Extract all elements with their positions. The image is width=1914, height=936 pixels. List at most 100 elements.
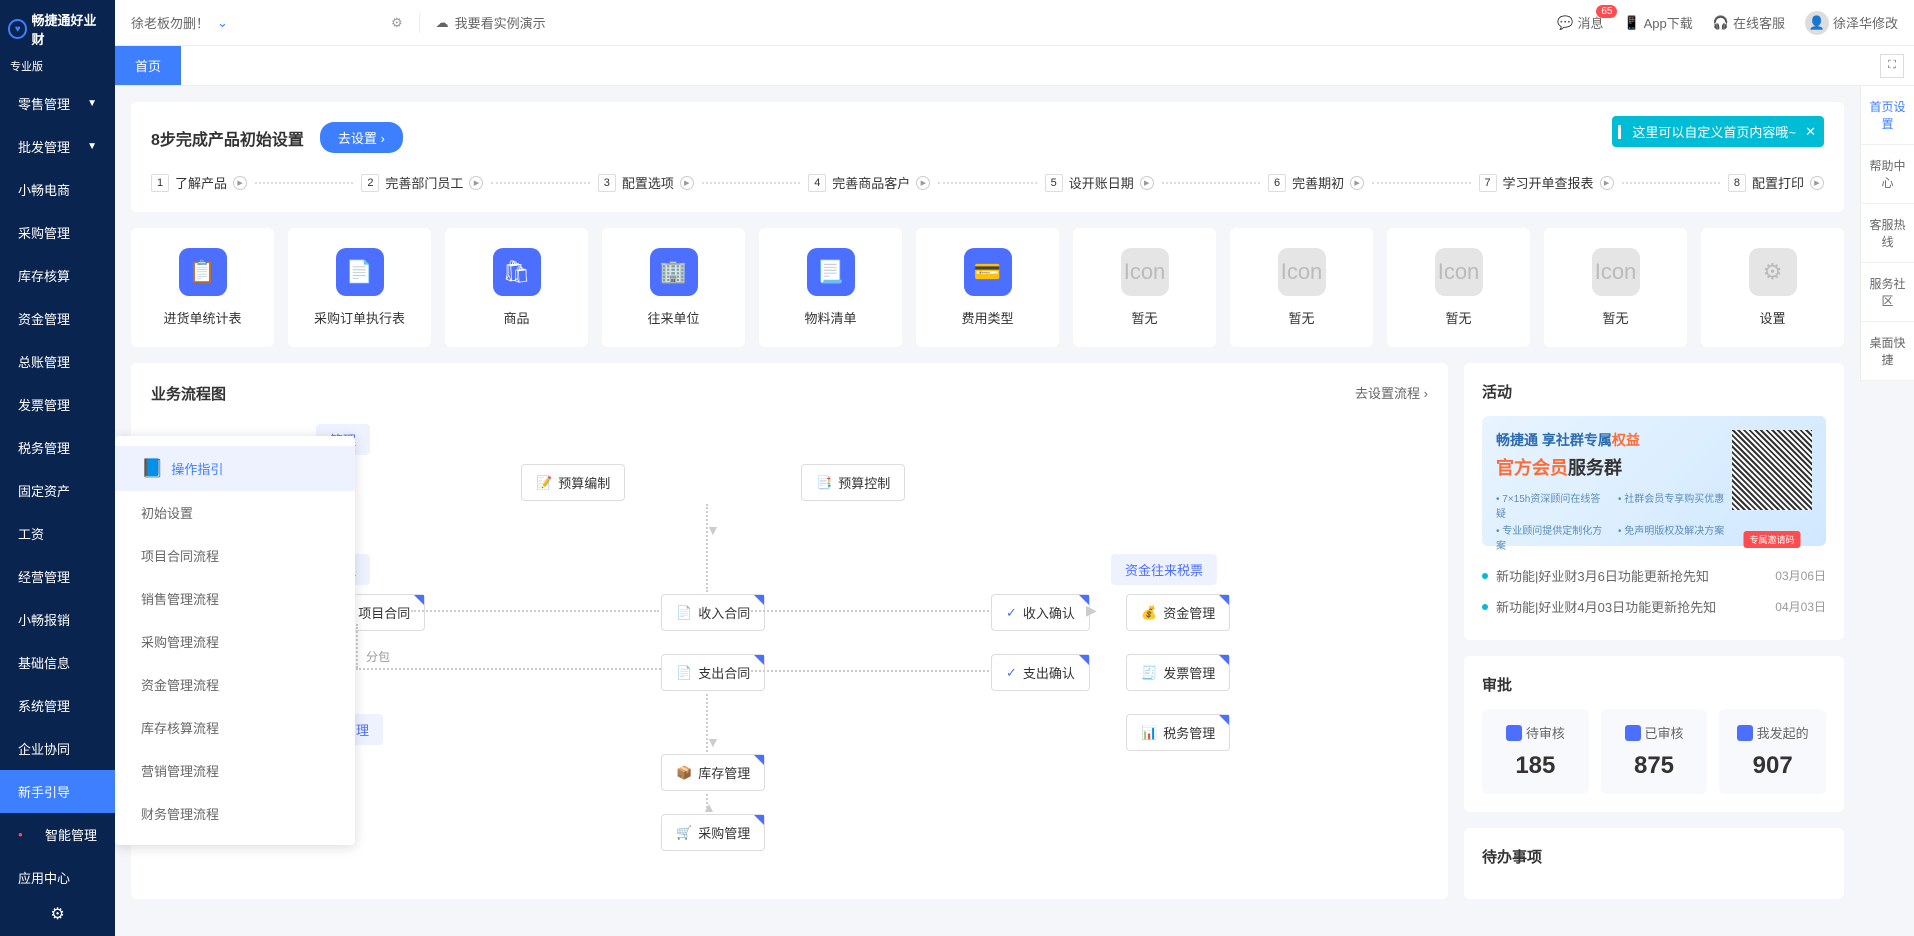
close-icon[interactable]: ✕ [1805,124,1816,140]
setup-button[interactable]: 去设置 › [320,122,403,153]
setup-step-4[interactable]: 4完善商品客户▶ [808,173,930,192]
rail-item-2[interactable]: 客服热线 [1861,204,1914,263]
nav-item-17[interactable]: 智能管理 [0,813,115,856]
nav-item-16[interactable]: 新手引导 [0,770,115,813]
nav-item-10[interactable]: 工资 [0,512,115,555]
rail-item-3[interactable]: 服务社区 [1861,263,1914,322]
quick-icon: Icon [1592,248,1640,296]
news-item-0[interactable]: 新功能|好业财3月6日功能更新抢先知03月06日 [1482,560,1826,591]
flow-node-7[interactable]: ✓支出确认 [991,654,1090,691]
rail-item-4[interactable]: 桌面快捷 [1861,322,1914,381]
flow-node-4[interactable]: ✓收入确认 [991,594,1090,631]
topbar-1[interactable]: 📱App下载 [1623,13,1692,32]
quick-card-9[interactable]: Icon暂无 [1544,228,1687,347]
nav-item-11[interactable]: 经营管理 [0,555,115,598]
expand-icon[interactable]: ⛶ [1880,54,1904,78]
flow-title: 业务流程图 [151,383,226,404]
side-rail: 首页设置帮助中心客服热线服务社区桌面快捷 [1860,86,1914,381]
node-icon: 📄 [676,605,692,621]
nav-item-13[interactable]: 基础信息 [0,641,115,684]
quick-card-2[interactable]: 🛍商品 [445,228,588,347]
popup-item-3[interactable]: 销售管理流程 [115,577,355,620]
settings-gear-icon[interactable]: ⚙ [0,892,115,936]
nav-item-12[interactable]: 小畅报销 [0,598,115,641]
nav-item-6[interactable]: 总账管理 [0,340,115,383]
flow-node-9[interactable]: 📊税务管理 [1126,714,1230,751]
cloud-icon: ☁ [436,15,449,31]
setup-card: 这里可以自定义首页内容哦~ ✕ 8步完成产品初始设置 去设置 › 1了解产品▶2… [131,102,1844,212]
quick-cards: 📋进货单统计表📄采购订单执行表🛍商品🏢往来单位📃物料清单💳费用类型Icon暂无I… [131,228,1844,347]
nav-item-8[interactable]: 税务管理 [0,426,115,469]
approve-count: 185 [1496,752,1575,780]
setup-step-5[interactable]: 5设开账日期▶ [1045,173,1154,192]
popup-item-5[interactable]: 资金管理流程 [115,663,355,706]
node-icon: 📊 [1141,725,1157,741]
quick-card-10[interactable]: ⚙设置 [1701,228,1844,347]
news-item-1[interactable]: 新功能|好业财4月03日功能更新抢先知04月03日 [1482,591,1826,622]
popup-item-0[interactable]: 📘操作指引 [115,446,355,491]
quick-icon: Icon [1121,248,1169,296]
quick-card-4[interactable]: 📃物料清单 [759,228,902,347]
nav-item-9[interactable]: 固定资产 [0,469,115,512]
quick-icon: 📋 [179,248,227,296]
flow-node-11[interactable]: 🛒采购管理 [661,814,765,851]
nav-item-5[interactable]: 资金管理 [0,297,115,340]
nav-item-2[interactable]: 小畅电商 [0,168,115,211]
play-icon: ▶ [916,176,930,190]
popup-item-8[interactable]: 财务管理流程 [115,792,355,835]
nav-item-14[interactable]: 系统管理 [0,684,115,727]
step-number: 4 [808,174,826,192]
popup-item-6[interactable]: 库存核算流程 [115,706,355,749]
flow-node-1[interactable]: 📑预算控制 [801,464,905,501]
quick-card-6[interactable]: Icon暂无 [1073,228,1216,347]
nav-item-0[interactable]: 零售管理▼ [0,82,115,125]
activity-banner[interactable]: 畅捷通 享社群专属权益 官方会员服务群 • 7×15h资深顾问在线答疑• 社群会… [1482,416,1826,546]
flow-node-6[interactable]: 📄支出合同 [661,654,765,691]
flow-node-8[interactable]: 🧾发票管理 [1126,654,1230,691]
nav-item-3[interactable]: 采购管理 [0,211,115,254]
nav-item-7[interactable]: 发票管理 [0,383,115,426]
popup-item-1[interactable]: 初始设置 [115,491,355,534]
play-icon: ▶ [469,176,483,190]
flow-node-0[interactable]: 📝预算编制 [521,464,625,501]
setup-step-8[interactable]: 8配置打印▶ [1728,173,1824,192]
approve-box-1[interactable]: 已审核875 [1601,709,1708,794]
quick-card-0[interactable]: 📋进货单统计表 [131,228,274,347]
setup-step-7[interactable]: 7学习开单查报表▶ [1479,173,1614,192]
topbar-0[interactable]: 💬消息65 [1557,13,1603,32]
flow-node-3[interactable]: 📄收入合同 [661,594,765,631]
flow-node-10[interactable]: 📦库存管理 [661,754,765,791]
rail-item-1[interactable]: 帮助中心 [1861,145,1914,204]
approve-box-0[interactable]: 待审核185 [1482,709,1589,794]
popup-item-7[interactable]: 营销管理流程 [115,749,355,792]
nav-item-4[interactable]: 库存核算 [0,254,115,297]
nav-item-15[interactable]: 企业协同 [0,727,115,770]
quick-card-7[interactable]: Icon暂无 [1230,228,1373,347]
popup-item-4[interactable]: 采购管理流程 [115,620,355,663]
tab-home[interactable]: 首页 [115,46,181,85]
flow-node-5[interactable]: 💰资金管理 [1126,594,1230,631]
setup-step-6[interactable]: 6完善期初▶ [1268,173,1364,192]
setup-title: 8步完成产品初始设置 [151,126,304,150]
setup-step-1[interactable]: 1了解产品▶ [151,173,247,192]
nav-item-1[interactable]: 批发管理▼ [0,125,115,168]
quick-card-8[interactable]: Icon暂无 [1387,228,1530,347]
tenant-selector[interactable]: 徐老板勿删！ ⌄ [131,13,391,32]
flow-settings-link[interactable]: 去设置流程 › [1355,383,1428,404]
corner-icon [754,655,764,665]
quick-card-3[interactable]: 🏢往来单位 [602,228,745,347]
setup-step-3[interactable]: 3配置选项▶ [598,173,694,192]
rail-item-0[interactable]: 首页设置 [1861,86,1914,145]
demo-link[interactable]: ☁ 我要看实例演示 [436,13,546,32]
topbar-2[interactable]: 🎧在线客服 [1713,13,1785,32]
popup-item-2[interactable]: 项目合同流程 [115,534,355,577]
setup-step-2[interactable]: 2完善部门员工▶ [361,173,483,192]
quick-card-5[interactable]: 💳费用类型 [916,228,1059,347]
approve-box-2[interactable]: 我发起的907 [1719,709,1826,794]
topbar-icon: 🎧 [1713,15,1729,31]
tenant-gear-icon[interactable]: ⚙ [391,15,403,31]
chevron-down-icon: ▼ [87,98,97,109]
quick-card-1[interactable]: 📄采购订单执行表 [288,228,431,347]
user-menu[interactable]: 👤徐泽华修改 [1805,11,1898,35]
nav-item-18[interactable]: 应用中心 [0,856,115,892]
